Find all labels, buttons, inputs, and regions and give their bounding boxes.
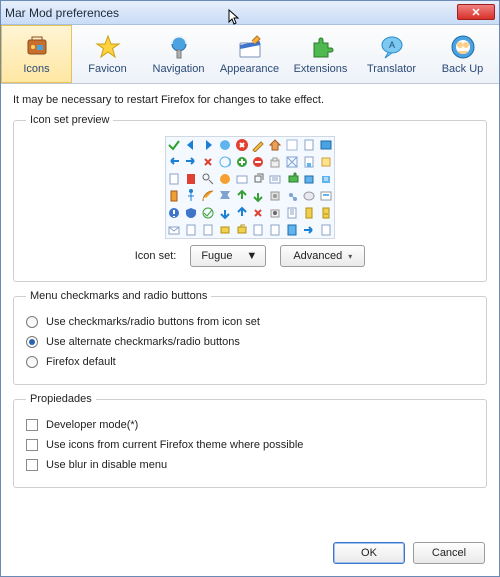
checkbox-icon: ✓: [26, 459, 38, 471]
menu-checkmarks-legend: Menu checkmarks and radio buttons: [26, 290, 211, 302]
tab-label: Extensions: [294, 63, 348, 75]
check-use-blur[interactable]: ✓ Use blur in disable menu: [26, 455, 474, 475]
backup-tab-icon: [449, 33, 477, 61]
restart-note: It may be necessary to restart Firefox f…: [13, 94, 487, 106]
tab-label: Navigation: [153, 63, 205, 75]
window-title: Mar Mod preferences: [5, 6, 119, 20]
extensions-tab-icon: [307, 33, 335, 61]
close-button[interactable]: ✕: [457, 4, 495, 20]
translator-tab-icon: A: [378, 33, 406, 61]
icons-tab-icon: [23, 33, 51, 61]
tab-extensions[interactable]: Extensions: [285, 25, 356, 83]
cancel-button[interactable]: Cancel: [413, 542, 485, 564]
chevron-down-icon: ▾: [348, 252, 352, 261]
check-label: Use icons from current Firefox theme whe…: [46, 439, 303, 451]
properties-group: Propiedades ✓ Developer mode(*) ✓ Use ic…: [13, 393, 487, 488]
checkbox-icon: ✓: [26, 439, 38, 451]
ok-button-label: OK: [361, 547, 377, 559]
advanced-button-label: Advanced: [293, 250, 342, 262]
check-label: Use blur in disable menu: [46, 459, 167, 471]
radio-label: Use checkmarks/radio buttons from icon s…: [46, 316, 260, 328]
menu-checkmarks-group: Menu checkmarks and radio buttons Use ch…: [13, 290, 487, 385]
navigation-tab-icon: [165, 33, 193, 61]
tab-navigation[interactable]: Navigation: [143, 25, 214, 83]
toolbar: Icons Favicon Navigation Appearance Exte…: [1, 25, 499, 84]
tab-appearance[interactable]: Appearance: [214, 25, 285, 83]
checkbox-icon: ✓: [26, 419, 38, 431]
preferences-window: Mar Mod preferences ✕ Icons Favicon Navi…: [0, 0, 500, 577]
advanced-button[interactable]: Advanced ▾: [280, 245, 365, 267]
iconset-select[interactable]: Fugue ▼: [190, 245, 266, 267]
tab-icons[interactable]: Icons: [1, 25, 72, 83]
iconset-preview-grid: [165, 136, 335, 239]
appearance-tab-icon: [236, 33, 264, 61]
check-label: Developer mode(*): [46, 419, 138, 431]
iconset-select-value: Fugue: [201, 250, 232, 262]
svg-text:A: A: [388, 40, 394, 50]
properties-legend: Propiedades: [26, 393, 96, 405]
tab-label: Back Up: [442, 63, 484, 75]
tab-label: Appearance: [220, 63, 279, 75]
iconset-preview-legend: Icon set preview: [26, 114, 113, 126]
tab-label: Icons: [23, 63, 49, 75]
radio-from-iconset[interactable]: Use checkmarks/radio buttons from icon s…: [26, 312, 474, 332]
radio-firefox-default[interactable]: Firefox default: [26, 352, 474, 372]
chevron-down-icon: ▼: [246, 250, 257, 262]
radio-label: Firefox default: [46, 356, 116, 368]
tab-label: Favicon: [88, 63, 127, 75]
close-icon: ✕: [471, 6, 480, 19]
check-developer-mode[interactable]: ✓ Developer mode(*): [26, 415, 474, 435]
radio-icon: [26, 336, 38, 348]
titlebar: Mar Mod preferences ✕: [1, 1, 499, 25]
radio-icon: [26, 316, 38, 328]
footer: OK Cancel: [1, 534, 499, 576]
tab-translator[interactable]: A Translator: [356, 25, 427, 83]
check-use-theme-icons[interactable]: ✓ Use icons from current Firefox theme w…: [26, 435, 474, 455]
radio-alternate[interactable]: Use alternate checkmarks/radio buttons: [26, 332, 474, 352]
tab-favicon[interactable]: Favicon: [72, 25, 143, 83]
tab-label: Translator: [367, 63, 416, 75]
content-area: It may be necessary to restart Firefox f…: [1, 84, 499, 534]
iconset-label: Icon set:: [135, 250, 177, 262]
iconset-row: Icon set: Fugue ▼ Advanced ▾: [26, 239, 474, 269]
cancel-button-label: Cancel: [432, 547, 466, 559]
radio-label: Use alternate checkmarks/radio buttons: [46, 336, 240, 348]
tab-backup[interactable]: Back Up: [427, 25, 498, 83]
radio-icon: [26, 356, 38, 368]
favicon-tab-icon: [94, 33, 122, 61]
iconset-preview-group: Icon set preview: [13, 114, 487, 282]
ok-button[interactable]: OK: [333, 542, 405, 564]
